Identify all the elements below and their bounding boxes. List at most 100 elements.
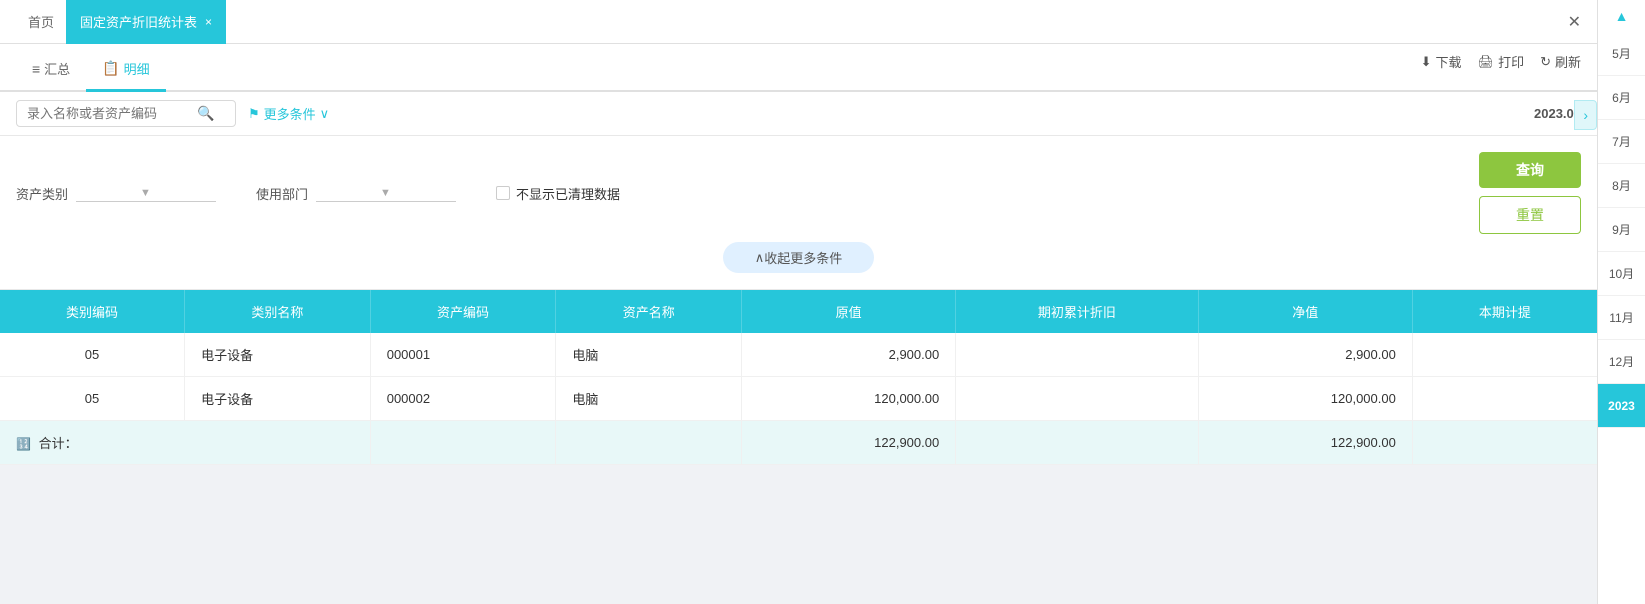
month-9[interactable]: 9月 bbox=[1598, 208, 1645, 252]
nav-tab-close[interactable]: × bbox=[205, 15, 212, 29]
col-asset-name: 资产名称 bbox=[556, 290, 742, 333]
collapse-more-label: 收起更多条件 bbox=[764, 248, 842, 267]
month-8[interactable]: 8月 bbox=[1598, 164, 1645, 208]
filter-actions: 查询 重置 bbox=[1479, 152, 1581, 234]
total-label: 合计： bbox=[39, 436, 78, 451]
col-accumulated-depreciation: 期初累计折旧 bbox=[956, 290, 1198, 333]
cell-accumulated-1 bbox=[956, 333, 1198, 377]
search-bar: 🔍 ⚑ 更多条件 ∨ 2023.01 › bbox=[0, 92, 1597, 136]
col-category-name: 类别名称 bbox=[185, 290, 371, 333]
top-nav: 首页 固定资产折旧统计表 × ✕ bbox=[0, 0, 1597, 44]
right-sidebar: ▲ 5月 6月 7月 8月 9月 10月 11月 12月 2023 bbox=[1597, 0, 1645, 604]
nav-tab-fixed-assets[interactable]: 固定资产折旧统计表 × bbox=[66, 0, 226, 44]
refresh-icon: ↻ bbox=[1540, 54, 1551, 70]
month-7[interactable]: 7月 bbox=[1598, 120, 1645, 164]
download-button[interactable]: ⬇ 下载 bbox=[1421, 52, 1462, 71]
total-asset-name bbox=[556, 421, 742, 465]
refresh-button[interactable]: ↻ 刷新 bbox=[1540, 52, 1581, 71]
month-5[interactable]: 5月 bbox=[1598, 32, 1645, 76]
search-icon: 🔍 bbox=[197, 105, 214, 122]
cell-asset-code-1: 000001 bbox=[370, 333, 556, 377]
cell-accumulated-2 bbox=[956, 377, 1198, 421]
query-button[interactable]: 查询 bbox=[1479, 152, 1581, 188]
filter-row: 资产类别 ▼ 使用部门 ▼ 不显示已清理数据 查询 重置 bbox=[16, 152, 1581, 234]
print-icon: 🖨 bbox=[1478, 54, 1495, 70]
tab-detail[interactable]: 📋 明细 bbox=[86, 48, 165, 92]
sidebar-collapse-button[interactable]: › bbox=[1574, 100, 1597, 130]
cell-original-1: 2,900.00 bbox=[742, 333, 956, 377]
cell-current-2 bbox=[1412, 377, 1597, 421]
nav-tab-label: 固定资产折旧统计表 bbox=[80, 12, 197, 31]
chevron-up-icon: ∧ bbox=[755, 250, 765, 266]
cell-net-1: 2,900.00 bbox=[1198, 333, 1412, 377]
download-icon: ⬇ bbox=[1421, 54, 1432, 70]
tab-summary-label: 汇总 bbox=[44, 59, 70, 78]
more-filter-button[interactable]: ⚑ 更多条件 ∨ bbox=[248, 104, 329, 123]
month-6[interactable]: 6月 bbox=[1598, 76, 1645, 120]
window-close-button[interactable]: ✕ bbox=[1568, 12, 1581, 32]
col-current-depreciation: 本期计提 bbox=[1412, 290, 1597, 333]
cell-net-2: 120,000.00 bbox=[1198, 377, 1412, 421]
cell-code-1: 05 bbox=[0, 333, 185, 377]
cell-asset-name-2: 电脑 bbox=[556, 377, 742, 421]
cell-current-1 bbox=[1412, 333, 1597, 377]
cell-name-1: 电子设备 bbox=[185, 333, 371, 377]
detail-icon: 📋 bbox=[102, 60, 119, 77]
cell-code-2: 05 bbox=[0, 377, 185, 421]
cell-asset-name-1: 电脑 bbox=[556, 333, 742, 377]
chevron-down-icon: ∨ bbox=[320, 106, 330, 122]
tab-row: ≡ 汇总 📋 明细 ⬇ 下载 🖨 打印 ↻ 刷新 bbox=[0, 44, 1597, 92]
search-input-wrap[interactable]: 🔍 bbox=[16, 100, 236, 127]
table-header-row: 类别编码 类别名称 资产编码 资产名称 原值 期初累计折旧 净值 本期计提 bbox=[0, 290, 1597, 333]
tab-detail-label: 明细 bbox=[124, 59, 150, 78]
print-button[interactable]: 🖨 打印 bbox=[1478, 52, 1525, 71]
col-category-code: 类别编码 bbox=[0, 290, 185, 333]
summary-icon: ≡ bbox=[32, 61, 40, 77]
hide-cleared-label: 不显示已清理数据 bbox=[516, 184, 620, 203]
hide-cleared-checkbox-group[interactable]: 不显示已清理数据 bbox=[496, 184, 620, 203]
total-net: 122,900.00 bbox=[1198, 421, 1412, 465]
total-label-cell: 🔢 合计： bbox=[0, 421, 370, 465]
tab-summary[interactable]: ≡ 汇总 bbox=[16, 48, 86, 92]
month-11[interactable]: 11月 bbox=[1598, 296, 1645, 340]
asset-type-arrow: ▼ bbox=[140, 187, 151, 199]
table-row: 05 电子设备 000001 电脑 2,900.00 2,900.00 bbox=[0, 333, 1597, 377]
dept-select[interactable]: ▼ bbox=[316, 185, 456, 202]
year-2023[interactable]: 2023 bbox=[1598, 384, 1645, 428]
refresh-label: 刷新 bbox=[1555, 52, 1581, 71]
reset-button[interactable]: 重置 bbox=[1479, 196, 1581, 234]
dept-group: 使用部门 ▼ bbox=[256, 184, 456, 203]
total-accumulated bbox=[956, 421, 1198, 465]
collapse-more-button[interactable]: ∧ 收起更多条件 bbox=[723, 242, 875, 273]
filter-area: 资产类别 ▼ 使用部门 ▼ 不显示已清理数据 查询 重置 bbox=[0, 136, 1597, 290]
asset-type-select[interactable]: ▼ bbox=[76, 185, 216, 202]
asset-table: 类别编码 类别名称 资产编码 资产名称 原值 期初累计折旧 净值 本期计提 05… bbox=[0, 290, 1597, 465]
nav-home[interactable]: 首页 bbox=[16, 12, 66, 31]
total-row: 🔢 合计： 122,900.00 122,900.00 bbox=[0, 421, 1597, 465]
col-asset-code: 资产编码 bbox=[370, 290, 556, 333]
asset-type-group: 资产类别 ▼ bbox=[16, 184, 216, 203]
total-original: 122,900.00 bbox=[742, 421, 956, 465]
more-filter-label: 更多条件 bbox=[264, 104, 316, 123]
total-current bbox=[1412, 421, 1597, 465]
table-wrap: 类别编码 类别名称 资产编码 资产名称 原值 期初累计折旧 净值 本期计提 05… bbox=[0, 290, 1597, 465]
sidebar-up-arrow[interactable]: ▲ bbox=[1598, 0, 1645, 32]
month-10[interactable]: 10月 bbox=[1598, 252, 1645, 296]
search-input[interactable] bbox=[27, 106, 197, 121]
filter-icon: ⚑ bbox=[248, 106, 260, 122]
total-icon: 🔢 bbox=[16, 437, 31, 451]
cell-name-2: 电子设备 bbox=[185, 377, 371, 421]
dept-arrow: ▼ bbox=[380, 187, 391, 199]
table-row: 05 电子设备 000002 电脑 120,000.00 120,000.00 bbox=[0, 377, 1597, 421]
dept-label: 使用部门 bbox=[256, 184, 308, 203]
col-original-value: 原值 bbox=[742, 290, 956, 333]
cell-asset-code-2: 000002 bbox=[370, 377, 556, 421]
print-label: 打印 bbox=[1498, 52, 1524, 71]
cell-original-2: 120,000.00 bbox=[742, 377, 956, 421]
month-12[interactable]: 12月 bbox=[1598, 340, 1645, 384]
col-net-value: 净值 bbox=[1198, 290, 1412, 333]
toolbar: ⬇ 下载 🖨 打印 ↻ 刷新 bbox=[1421, 52, 1581, 71]
download-label: 下载 bbox=[1436, 52, 1462, 71]
hide-cleared-checkbox[interactable] bbox=[496, 186, 510, 200]
asset-type-label: 资产类别 bbox=[16, 184, 68, 203]
